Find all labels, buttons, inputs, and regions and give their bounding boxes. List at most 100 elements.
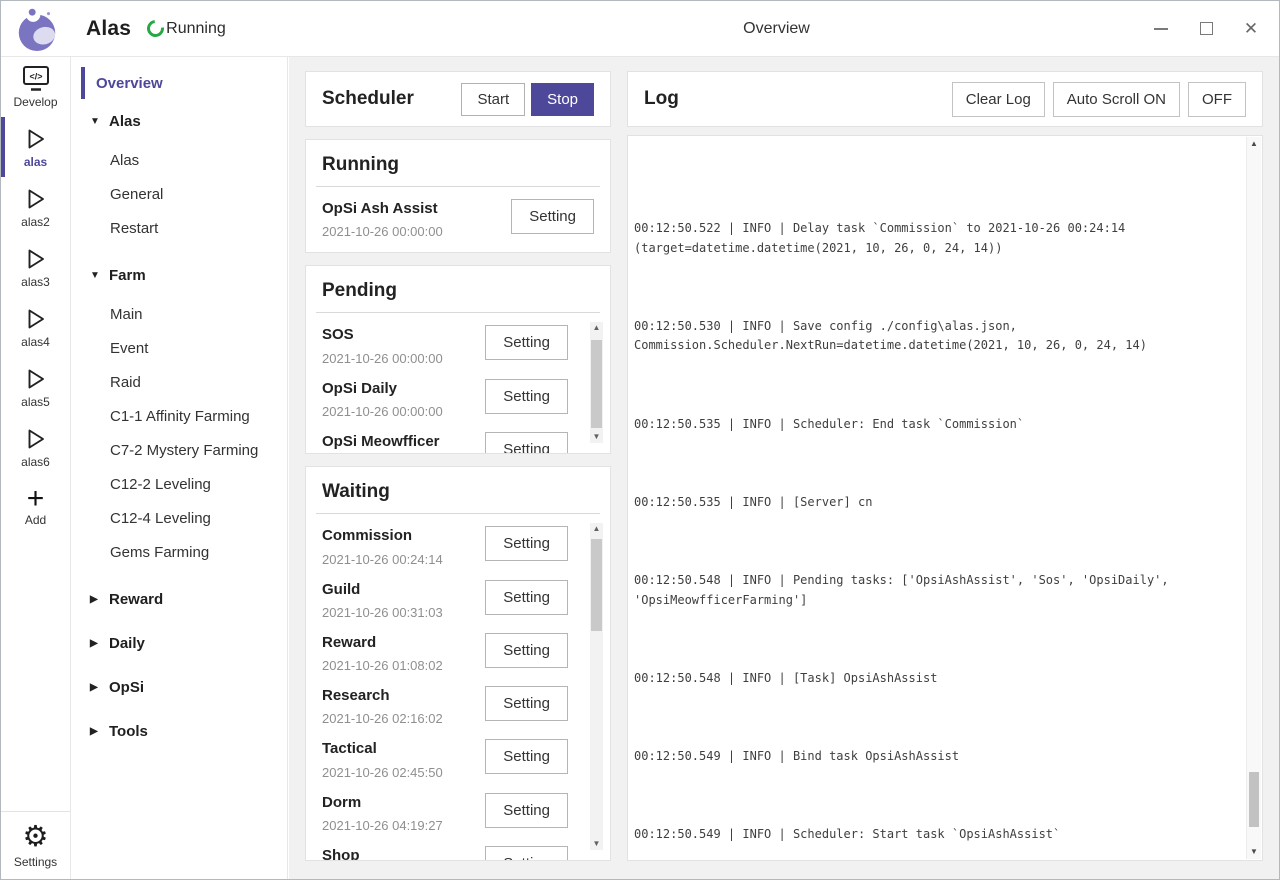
auto-scroll-on-button[interactable]: Auto Scroll ON [1053,82,1180,117]
scroll-down-icon[interactable]: ▼ [1247,845,1261,859]
scrollbar[interactable]: ▲ ▼ [590,322,603,443]
pending-list: SOS 2021-10-26 00:00:00 Setting OpSi Dai… [322,325,594,454]
running-title: Running [316,152,600,187]
maximize-button[interactable] [1198,21,1214,37]
scroll-up-icon[interactable]: ▲ [590,322,603,334]
minimize-button[interactable] [1153,21,1169,37]
log-line: 00:12:50.530 | INFO | Save config ./conf… [634,317,1238,356]
nav-item[interactable]: General [71,177,287,211]
nav-menu: Overview Alas Alas General Restart [71,57,288,879]
nav-item-label: Gems Farming [110,544,209,561]
nav-item[interactable]: C12-4 Leveling [71,501,287,535]
sidebar-item-develop[interactable]: </> Develop [1,57,70,117]
scroll-up-icon[interactable]: ▲ [590,523,603,535]
task-setting-button[interactable]: Setting [485,379,568,414]
task-name: Dorm [322,793,443,813]
scroll-down-icon[interactable]: ▼ [590,431,603,443]
task-item: OpSi Meowfficer Farming Setting [322,432,594,455]
nav-item[interactable]: Gems Farming [71,535,287,569]
task-next-run-time: 2021-10-26 01:08:02 [322,658,443,673]
clear-log-button[interactable]: Clear Log [952,82,1045,117]
nav-item[interactable]: Main [71,297,287,331]
task-setting-button[interactable]: Setting [485,793,568,828]
nav-item-label: Farm [109,267,146,284]
task-name: Guild [322,580,443,600]
log-title: Log [644,88,952,110]
task-name: Reward [322,633,443,653]
play-icon [22,126,49,152]
sidebar-instance[interactable]: alas5 [1,357,70,417]
task-name: Research [322,686,443,706]
task-setting-button[interactable]: Setting [485,846,568,861]
task-item: Research 2021-10-26 02:16:02 Setting [322,686,594,726]
scrollbar[interactable]: ▲ ▼ [590,523,603,850]
stop-button[interactable]: Stop [531,83,594,116]
start-button[interactable]: Start [461,83,525,116]
nav-item[interactable]: Raid [71,365,287,399]
nav-item[interactable]: Overview [81,67,287,99]
sidebar-instance[interactable]: alas4 [1,297,70,357]
scrollbar-thumb[interactable] [1249,772,1259,826]
nav-item[interactable]: Farm [71,253,287,297]
nav-item-label: C7-2 Mystery Farming [110,442,258,459]
scroll-up-icon[interactable]: ▲ [1247,137,1261,151]
auto-scroll-off-button[interactable]: OFF [1188,82,1246,117]
nav-item[interactable]: Tools [71,709,287,753]
develop-label: Develop [13,95,57,109]
scrollbar-thumb[interactable] [591,340,602,428]
close-button[interactable]: ✕ [1243,21,1259,37]
task-setting-button[interactable]: Setting [485,580,568,615]
log-line: 00:12:50.522 | INFO | Delay task `Commis… [634,219,1238,258]
scheduler-status: Running [147,20,226,38]
sidebar-item-settings[interactable]: ⚙ Settings [1,811,70,879]
nav-item[interactable]: C12-2 Leveling [71,467,287,501]
sidebar-instance[interactable]: alas3 [1,237,70,297]
gear-icon: ⚙ [23,822,49,852]
nav-item[interactable]: Alas [71,143,287,177]
nav-item[interactable]: Restart [71,211,287,245]
sidebar-instance[interactable]: alas [1,117,70,177]
instance-label: alas6 [21,455,50,469]
scroll-down-icon[interactable]: ▼ [590,838,603,850]
nav-item[interactable]: Alas [71,99,287,143]
log-output-panel: 00:12:50.522 | INFO | Delay task `Commis… [627,135,1263,861]
scheduler-title: Scheduler [322,88,461,110]
log-scrollbar[interactable]: ▲ ▼ [1246,137,1261,859]
log-column: Log Clear Log Auto Scroll ON OFF 00:12:5… [621,57,1279,879]
app-window: Alas Running Overview ✕ </> Develop [0,0,1280,880]
task-setting-button[interactable]: Setting [485,633,568,668]
window-title: Overview [290,20,1263,38]
nav-item-label: C12-2 Leveling [110,476,211,493]
log-header-panel: Log Clear Log Auto Scroll ON OFF [627,71,1263,127]
task-setting-button[interactable]: Setting [485,325,568,360]
nav-item[interactable]: C1-1 Affinity Farming [71,399,287,433]
play-icon [22,306,49,332]
chevron-icon [90,638,109,649]
task-next-run-time: 2021-10-26 04:19:27 [322,818,443,833]
nav-item[interactable]: Reward [71,577,287,621]
task-next-run-time: 2021-10-26 00:24:14 [322,552,443,567]
svg-text:</>: </> [29,72,42,82]
nav-item-label: C1-1 Affinity Farming [110,408,250,425]
scrollbar-thumb[interactable] [591,539,602,631]
running-spinner-icon [144,17,168,41]
task-name: Shop [322,846,360,861]
task-setting-button[interactable]: Setting [511,199,594,234]
sidebar-instance[interactable]: alas6 [1,417,70,477]
chevron-icon [90,116,109,127]
nav-item[interactable]: Daily [71,621,287,665]
task-setting-button[interactable]: Setting [485,526,568,561]
nav-item[interactable]: Event [71,331,287,365]
nav-item-label: Overview [96,75,163,92]
nav-item-label: Alas [110,152,139,169]
add-instance-button[interactable]: + Add [1,477,70,537]
nav-item[interactable]: C7-2 Mystery Farming [71,433,287,467]
nav-item-label: Raid [110,374,141,391]
sidebar-instance[interactable]: alas2 [1,177,70,237]
settings-label: Settings [14,855,57,869]
task-setting-button[interactable]: Setting [485,686,568,721]
task-setting-button[interactable]: Setting [485,739,568,774]
task-setting-button[interactable]: Setting [485,432,568,455]
nav-item-label: Event [110,340,148,357]
nav-item[interactable]: OpSi [71,665,287,709]
